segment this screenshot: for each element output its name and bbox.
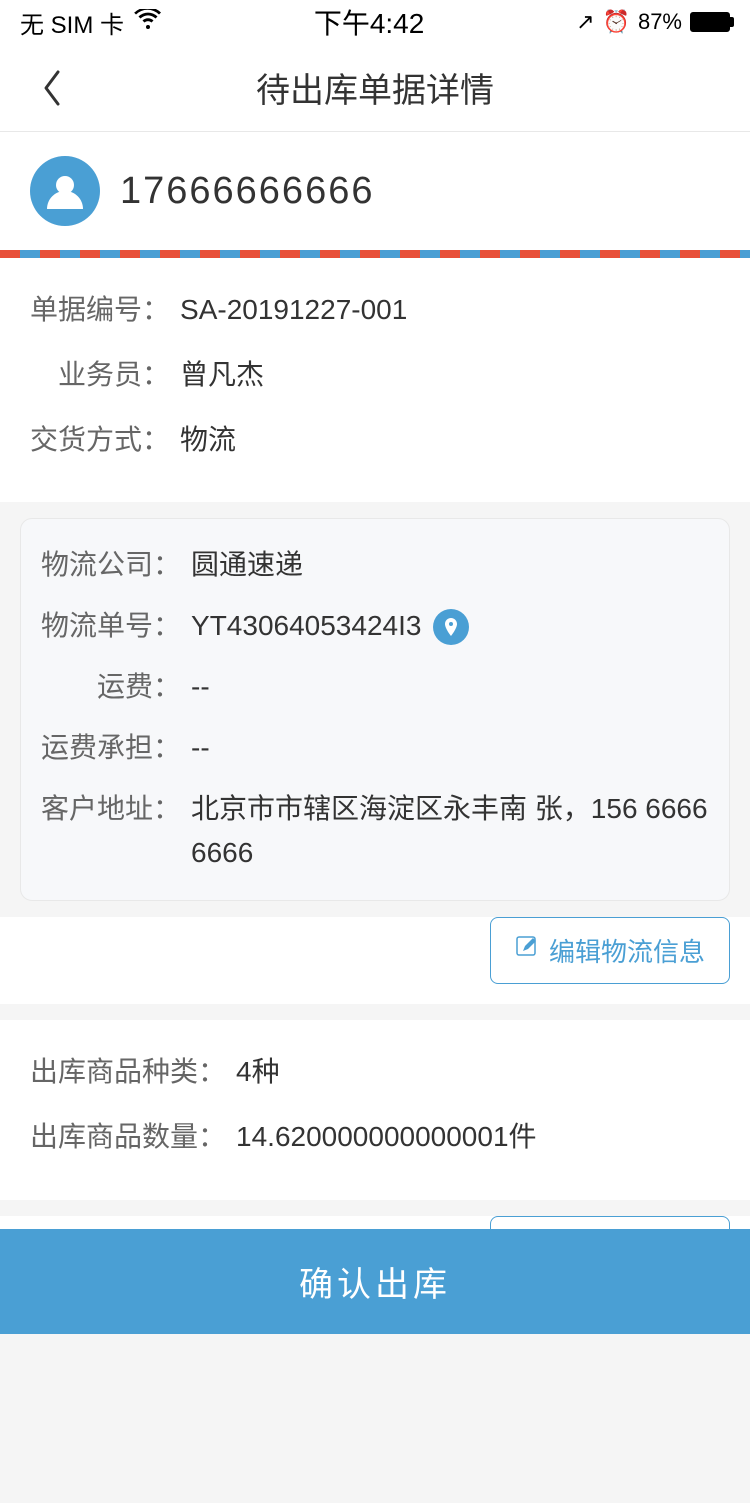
freight-bearer-label: 运费承担： [41,726,181,771]
goods-quantity-value: 14.620000000000001件 [236,1115,720,1160]
logistics-tracking-row: 物流单号： YT43064053424I3 [41,604,709,649]
carrier-text: 无 SIM 卡 [20,5,124,40]
freight-bearer-row: 运费承担： -- [41,726,709,771]
freight-value: -- [191,665,709,710]
goods-types-row: 出库商品种类： 4种 [30,1050,720,1095]
address-row: 客户地址： 北京市市辖区海淀区永丰南 张，156 6666 6666 [41,787,709,877]
user-phone: 17666666666 [120,170,374,213]
page-title: 待出库单据详情 [256,63,494,112]
logistics-company-row: 物流公司： 圆通速递 [41,543,709,588]
status-right: ↗ ⏰ 87% [576,9,730,35]
back-button[interactable] [30,66,74,110]
status-bar: 无 SIM 卡 下午4:42 ↗ ⏰ 87% [0,0,750,44]
goods-quantity-label: 出库商品数量： [30,1115,226,1160]
edit-logistics-label: 编辑物流信息 [549,932,705,969]
logistics-company-label: 物流公司： [41,543,181,588]
freight-bearer-value: -- [191,726,709,771]
goods-types-value: 4种 [236,1050,720,1095]
address-value: 北京市市辖区海淀区永丰南 张，156 6666 6666 [191,787,709,877]
alarm-icon: ⏰ [603,9,630,35]
confirm-outbound-button[interactable]: 确认出库 [299,1257,451,1306]
order-info-section: 单据编号： SA-20191227-001 业务员： 曾凡杰 交货方式： 物流 [0,258,750,502]
delivery-label: 交货方式： [30,418,170,463]
delivery-value: 物流 [180,418,720,463]
delivery-row: 交货方式： 物流 [30,418,720,463]
agent-row: 业务员： 曾凡杰 [30,353,720,398]
order-number-value: SA-20191227-001 [180,288,720,333]
user-section: 17666666666 [0,132,750,250]
battery-icon [690,12,730,32]
logistics-tracking-value: YT43064053424I3 [191,604,709,649]
address-label: 客户地址： [41,787,181,832]
agent-label: 业务员： [30,353,170,398]
edit-logistics-button[interactable]: 编辑物流信息 [490,917,730,984]
avatar [30,156,100,226]
confirm-btn-wrapper: 确认出库 [0,1229,750,1334]
logistics-tracking-label: 物流单号： [41,604,181,649]
dashed-divider [0,250,750,258]
user-avatar-icon [43,169,87,213]
logistics-card: 物流公司： 圆通速递 物流单号： YT43064053424I3 运费： -- … [20,518,730,901]
freight-row: 运费： -- [41,665,709,710]
nav-bar: 待出库单据详情 [0,44,750,132]
freight-label: 运费： [41,665,181,710]
order-number-row: 单据编号： SA-20191227-001 [30,288,720,333]
goods-types-label: 出库商品种类： [30,1050,226,1095]
agent-value: 曾凡杰 [180,353,720,398]
wifi-icon [134,8,162,36]
logistics-company-value: 圆通速递 [191,543,709,588]
status-time: 下午4:42 [314,2,425,42]
section-divider [0,1004,750,1020]
location-status-icon: ↗ [576,9,594,35]
goods-section: 出库商品种类： 4种 出库商品数量： 14.620000000000001件 [0,1020,750,1200]
status-left: 无 SIM 卡 [20,5,162,40]
battery-text: 87% [638,9,682,35]
map-pin-icon[interactable] [433,609,469,645]
order-number-label: 单据编号： [30,288,170,333]
goods-quantity-row: 出库商品数量： 14.620000000000001件 [30,1115,720,1160]
edit-btn-wrapper: 编辑物流信息 [0,917,750,1004]
edit-icon [515,935,539,966]
